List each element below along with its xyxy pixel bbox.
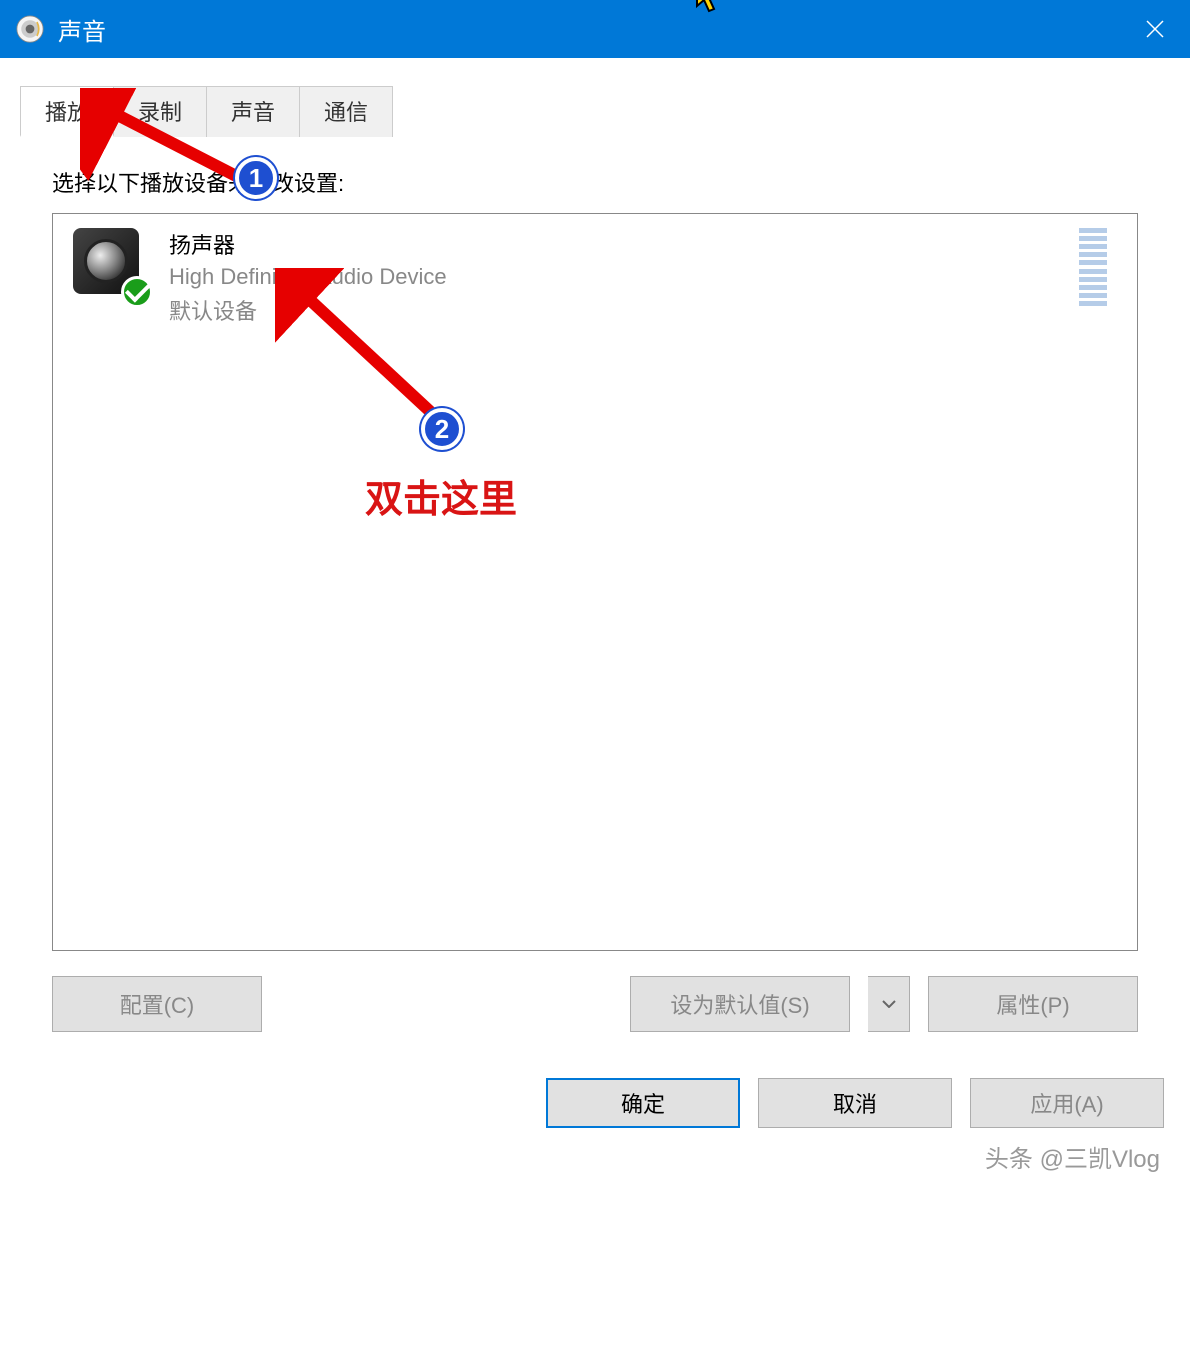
default-check-icon	[121, 276, 153, 308]
window-titlebar: 声音	[0, 0, 1190, 58]
chevron-down-icon	[882, 1000, 896, 1008]
tab-playback[interactable]: 播放	[20, 86, 114, 137]
window-title: 声音	[58, 12, 106, 47]
ok-button[interactable]: 确定	[546, 1078, 740, 1128]
tab-communications[interactable]: 通信	[299, 86, 393, 137]
instruction-label: 选择以下播放设备来修改设置:	[52, 166, 344, 198]
device-status: 默认设备	[169, 294, 1079, 326]
properties-button[interactable]: 属性(P)	[928, 976, 1138, 1032]
close-button[interactable]	[1120, 0, 1190, 58]
sound-icon	[16, 15, 44, 43]
dialog-content: 播放 录制 声音 通信 选择以下播放设备来修改设置: 扬声器 High Defi…	[0, 58, 1190, 1364]
close-icon	[1145, 19, 1165, 39]
device-icon	[73, 228, 147, 302]
set-default-dropdown[interactable]	[868, 976, 910, 1032]
set-default-button[interactable]: 设为默认值(S)	[630, 976, 850, 1032]
device-item-speakers[interactable]: 扬声器 High Definition Audio Device 默认设备	[53, 214, 1137, 340]
tab-recording[interactable]: 录制	[113, 86, 207, 137]
apply-button[interactable]: 应用(A)	[970, 1078, 1164, 1128]
device-driver: High Definition Audio Device	[169, 264, 1079, 290]
tab-sounds[interactable]: 声音	[206, 86, 300, 137]
configure-button[interactable]: 配置(C)	[52, 976, 262, 1032]
level-meter	[1079, 228, 1107, 306]
tab-row: 播放 录制 声音 通信	[20, 86, 392, 137]
cancel-button[interactable]: 取消	[758, 1078, 952, 1128]
device-button-row: 配置(C) 设为默认值(S) 属性(P)	[52, 976, 1138, 1032]
device-name: 扬声器	[169, 228, 1079, 260]
device-info: 扬声器 High Definition Audio Device 默认设备	[169, 228, 1079, 326]
device-list[interactable]: 扬声器 High Definition Audio Device 默认设备	[52, 213, 1138, 951]
dialog-button-row: 确定 取消 应用(A)	[546, 1078, 1164, 1128]
